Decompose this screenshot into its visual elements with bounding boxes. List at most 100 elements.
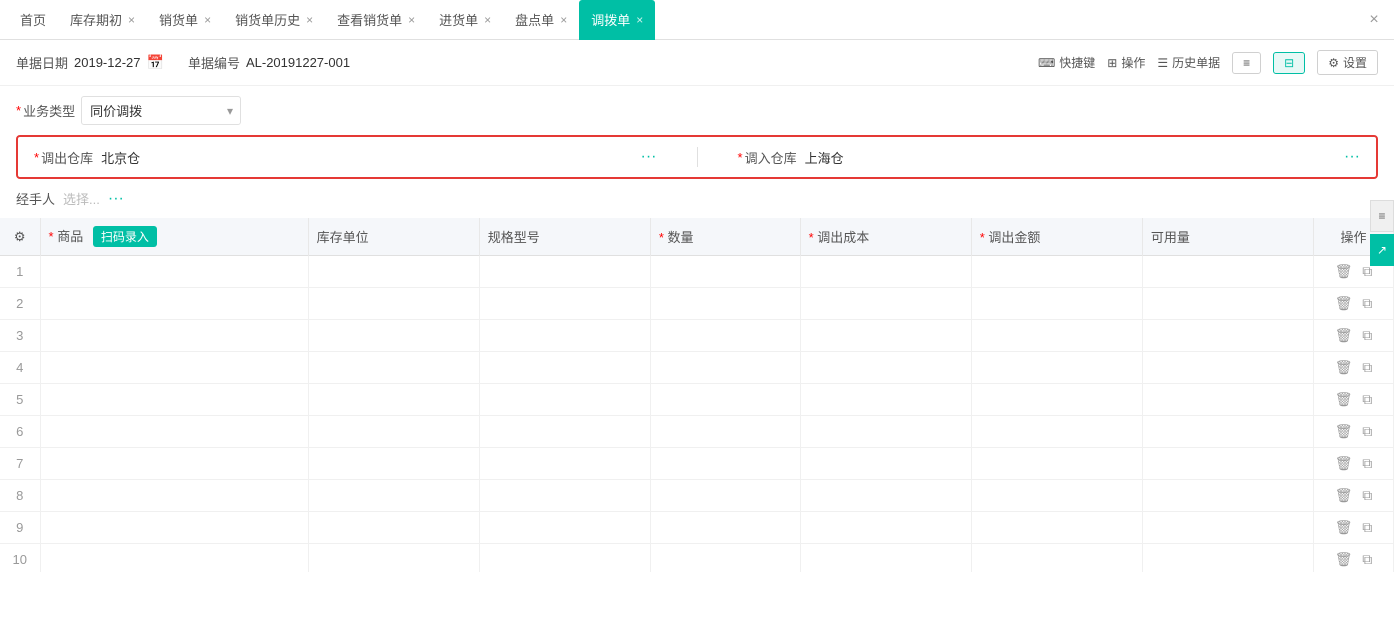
row-qty[interactable]	[650, 512, 800, 544]
list-view-button[interactable]: ≡	[1232, 52, 1261, 74]
grid-view-button[interactable]: ⊟	[1273, 52, 1305, 74]
tab-inventory-init-close[interactable]: ×	[128, 13, 135, 27]
delete-icon[interactable]: 🗑	[1335, 359, 1353, 375]
row-qty[interactable]	[650, 288, 800, 320]
delete-icon[interactable]: 🗑	[1335, 263, 1353, 279]
row-qty[interactable]	[650, 480, 800, 512]
tab-transfer-order-close[interactable]: ×	[636, 13, 643, 27]
row-unit[interactable]	[308, 416, 479, 448]
col-header-gear[interactable]: ⚙	[0, 218, 40, 256]
row-unit[interactable]	[308, 320, 479, 352]
calendar-icon[interactable]: 📅	[147, 54, 164, 71]
row-qty[interactable]	[650, 256, 800, 288]
row-qty[interactable]	[650, 384, 800, 416]
delete-icon[interactable]: 🗑	[1335, 455, 1353, 471]
person-more-button[interactable]: ···	[108, 190, 124, 208]
business-type-select-wrapper[interactable]: 同价调拨 ▾	[81, 96, 241, 125]
operations-action[interactable]: ⊞ 操作	[1107, 54, 1145, 71]
row-cost[interactable]	[800, 448, 971, 480]
tab-inventory-init[interactable]: 库存期初 ×	[58, 0, 147, 40]
row-unit[interactable]	[308, 544, 479, 573]
window-close-button[interactable]: ×	[1362, 8, 1386, 32]
history-action[interactable]: ☰ 历史单据	[1157, 54, 1220, 71]
tab-purchase-order[interactable]: 进货单 ×	[427, 0, 503, 40]
row-amount[interactable]	[971, 416, 1142, 448]
row-spec[interactable]	[479, 352, 650, 384]
row-unit[interactable]	[308, 288, 479, 320]
row-spec[interactable]	[479, 288, 650, 320]
row-cost[interactable]	[800, 288, 971, 320]
row-spec[interactable]	[479, 384, 650, 416]
delete-icon[interactable]: 🗑	[1335, 487, 1353, 503]
tab-sales-order[interactable]: 销货单 ×	[147, 0, 223, 40]
row-unit[interactable]	[308, 384, 479, 416]
delete-icon[interactable]: 🗑	[1335, 423, 1353, 439]
row-amount[interactable]	[971, 288, 1142, 320]
float-external-button[interactable]: ↗	[1370, 234, 1394, 266]
row-amount[interactable]	[971, 512, 1142, 544]
tab-sales-history-close[interactable]: ×	[306, 13, 313, 27]
copy-icon[interactable]: ⧉	[1362, 487, 1372, 503]
row-product[interactable]	[40, 416, 308, 448]
row-spec[interactable]	[479, 320, 650, 352]
copy-icon[interactable]: ⧉	[1362, 423, 1372, 439]
row-amount[interactable]	[971, 320, 1142, 352]
row-qty[interactable]	[650, 416, 800, 448]
tab-view-sales-close[interactable]: ×	[408, 13, 415, 27]
row-product[interactable]	[40, 320, 308, 352]
copy-icon[interactable]: ⧉	[1362, 359, 1372, 375]
row-cost[interactable]	[800, 352, 971, 384]
tab-sales-order-close[interactable]: ×	[204, 13, 211, 27]
in-warehouse-more-button[interactable]: ···	[1344, 148, 1360, 166]
row-cost[interactable]	[800, 416, 971, 448]
delete-icon[interactable]: 🗑	[1335, 327, 1353, 343]
row-cost[interactable]	[800, 512, 971, 544]
row-spec[interactable]	[479, 256, 650, 288]
row-product[interactable]	[40, 384, 308, 416]
row-product[interactable]	[40, 544, 308, 573]
business-type-select[interactable]: 同价调拨	[81, 96, 241, 125]
row-product[interactable]	[40, 288, 308, 320]
delete-icon[interactable]: 🗑	[1335, 519, 1353, 535]
row-spec[interactable]	[479, 512, 650, 544]
person-input[interactable]: 选择...	[63, 189, 100, 208]
scan-input-button[interactable]: 扫码录入	[93, 226, 157, 247]
row-unit[interactable]	[308, 256, 479, 288]
copy-icon[interactable]: ⧉	[1362, 391, 1372, 407]
row-cost[interactable]	[800, 256, 971, 288]
row-qty[interactable]	[650, 544, 800, 573]
copy-icon[interactable]: ⧉	[1362, 327, 1372, 343]
tab-sales-history[interactable]: 销货单历史 ×	[223, 0, 325, 40]
delete-icon[interactable]: 🗑	[1335, 551, 1353, 567]
tab-inventory-check[interactable]: 盘点单 ×	[503, 0, 579, 40]
row-product[interactable]	[40, 512, 308, 544]
out-warehouse-more-button[interactable]: ···	[641, 148, 657, 166]
copy-icon[interactable]: ⧉	[1362, 551, 1372, 567]
row-spec[interactable]	[479, 480, 650, 512]
float-list-button[interactable]: ≡	[1370, 200, 1394, 232]
row-cost[interactable]	[800, 320, 971, 352]
delete-icon[interactable]: 🗑	[1335, 295, 1353, 311]
tab-inventory-check-close[interactable]: ×	[560, 13, 567, 27]
tab-home[interactable]: 首页	[8, 0, 58, 40]
row-spec[interactable]	[479, 416, 650, 448]
row-amount[interactable]	[971, 256, 1142, 288]
row-qty[interactable]	[650, 320, 800, 352]
row-cost[interactable]	[800, 544, 971, 573]
copy-icon[interactable]: ⧉	[1362, 455, 1372, 471]
row-qty[interactable]	[650, 448, 800, 480]
row-amount[interactable]	[971, 480, 1142, 512]
row-spec[interactable]	[479, 448, 650, 480]
copy-icon[interactable]: ⧉	[1362, 519, 1372, 535]
row-amount[interactable]	[971, 352, 1142, 384]
copy-icon[interactable]: ⧉	[1362, 295, 1372, 311]
shortcuts-action[interactable]: ⌨ 快捷键	[1038, 54, 1095, 71]
tab-purchase-order-close[interactable]: ×	[484, 13, 491, 27]
row-product[interactable]	[40, 352, 308, 384]
row-product[interactable]	[40, 256, 308, 288]
row-unit[interactable]	[308, 480, 479, 512]
row-spec[interactable]	[479, 544, 650, 573]
row-product[interactable]	[40, 480, 308, 512]
tab-view-sales[interactable]: 查看销货单 ×	[325, 0, 427, 40]
delete-icon[interactable]: 🗑	[1335, 391, 1353, 407]
